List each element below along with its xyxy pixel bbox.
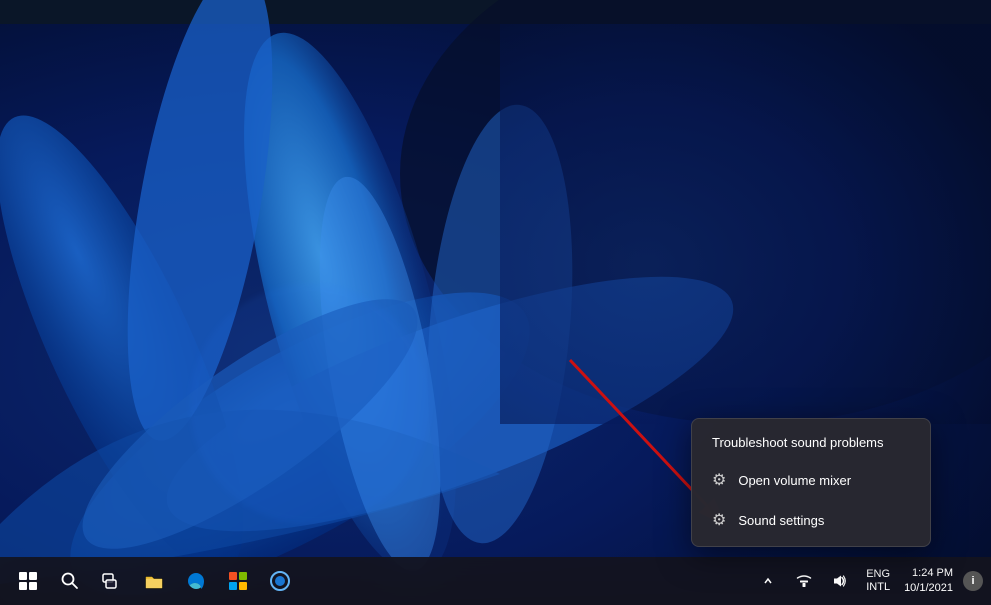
desktop: Troubleshoot sound problems ⚙ Open volum… xyxy=(0,0,991,605)
edge-browser-button[interactable] xyxy=(176,561,216,601)
search-button[interactable] xyxy=(50,561,90,601)
clock[interactable]: 1:24 PM 10/1/2021 xyxy=(900,564,957,599)
gear-icon-volume: ⚙ xyxy=(712,470,726,490)
taskbar-right: ENG INTL 1:24 PM 10/1/2021 i xyxy=(752,564,991,599)
context-menu-item-troubleshoot[interactable]: Troubleshoot sound problems xyxy=(696,425,926,460)
network-icon[interactable] xyxy=(788,565,820,597)
file-explorer-button[interactable] xyxy=(134,561,174,601)
taskbar-left xyxy=(0,561,300,601)
sound-icon[interactable] xyxy=(824,565,856,597)
context-menu-item-volume-mixer[interactable]: ⚙ Open volume mixer xyxy=(696,460,926,500)
language-indicator[interactable]: ENG INTL xyxy=(862,566,894,596)
context-menu: Troubleshoot sound problems ⚙ Open volum… xyxy=(691,418,931,547)
notification-button[interactable]: i xyxy=(963,571,983,591)
context-menu-item-sound-settings[interactable]: ⚙ Sound settings xyxy=(696,500,926,540)
taskbar: ENG INTL 1:24 PM 10/1/2021 i xyxy=(0,557,991,605)
task-view-button[interactable] xyxy=(92,561,132,601)
store-button[interactable] xyxy=(218,561,258,601)
tray-expand-button[interactable] xyxy=(752,565,784,597)
system-tray xyxy=(752,565,856,597)
gear-icon-sound: ⚙ xyxy=(712,510,726,530)
start-button[interactable] xyxy=(8,561,48,601)
cortana-button[interactable] xyxy=(260,561,300,601)
